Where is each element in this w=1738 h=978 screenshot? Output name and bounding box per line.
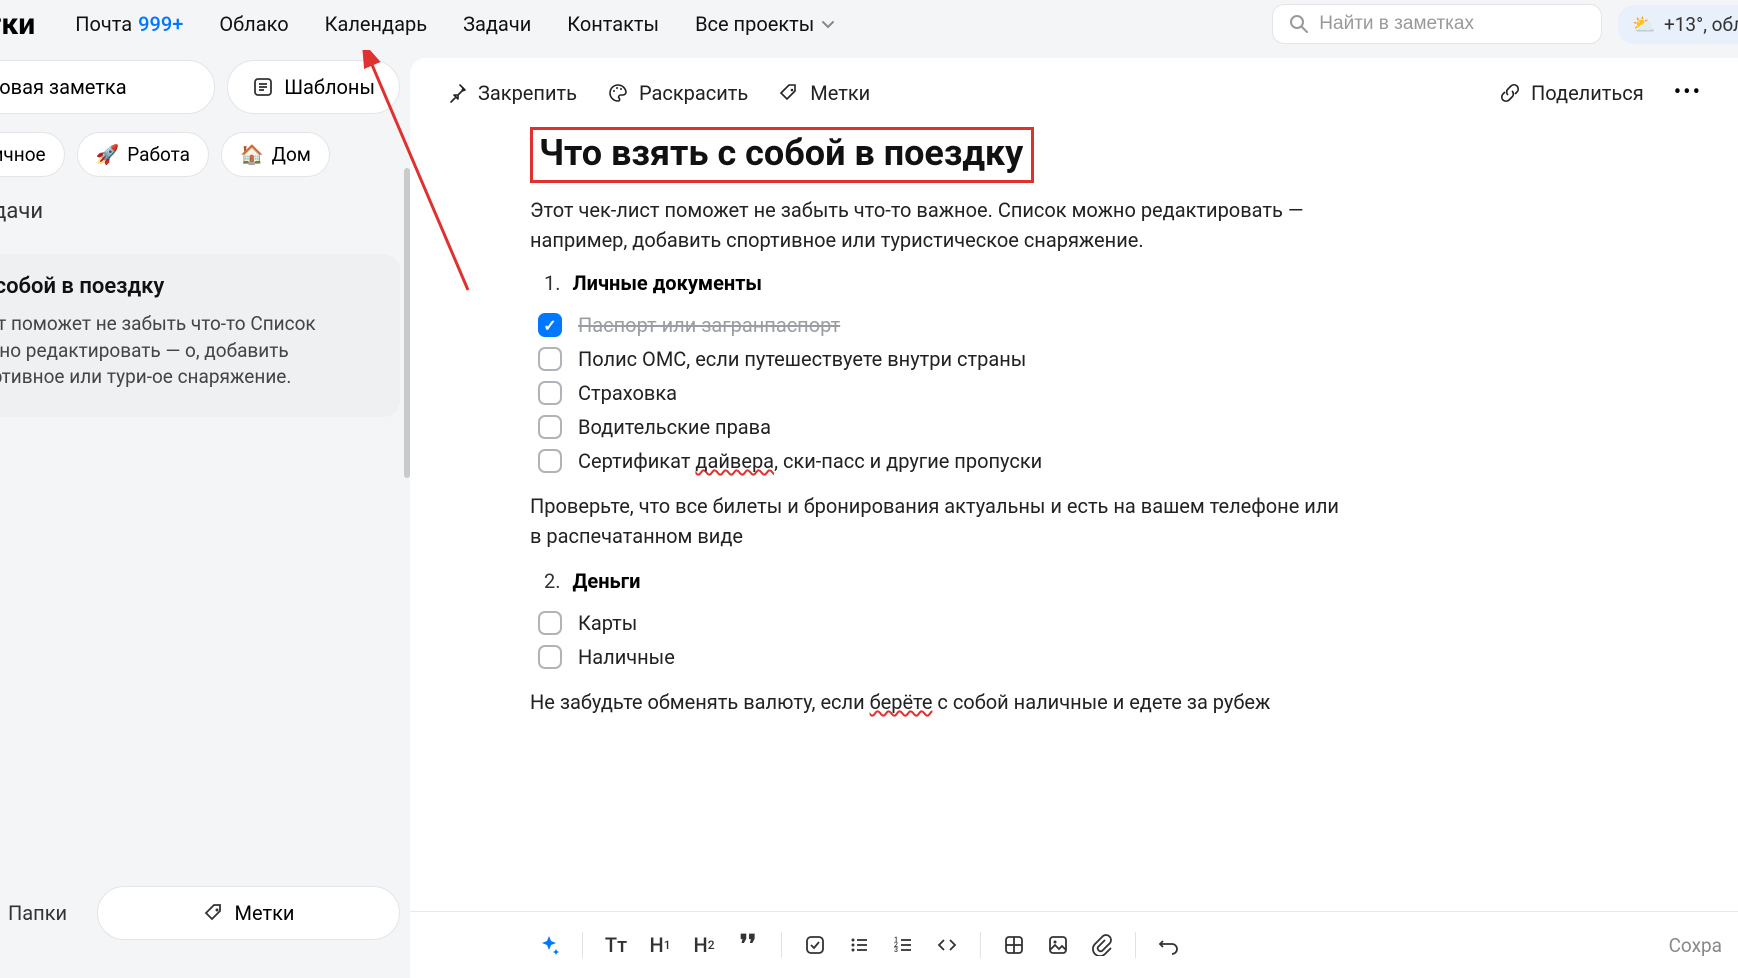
weather-widget[interactable]: ⛅ +13°, обл — [1618, 5, 1738, 44]
pin-button[interactable]: Закрепить — [446, 81, 577, 105]
chevron-down-icon — [820, 16, 836, 32]
tags-button[interactable]: Метки — [778, 81, 870, 105]
checklist-item[interactable]: Сертификат дайвера, ски-пасс и другие пр… — [538, 449, 1702, 473]
search-icon — [1289, 14, 1309, 34]
note-editor[interactable]: Что взять с собой в поездку Этот чек-лис… — [410, 127, 1738, 911]
sidebar: Новая заметка Шаблоны Личное 🚀 Работа 🏠 … — [0, 48, 410, 978]
h1-button[interactable]: H1 — [641, 926, 679, 964]
note-paragraph[interactable]: Проверьте, что все билеты и бронирования… — [530, 491, 1350, 551]
format-toolbar: Tт H1 H2 ❜❜ 123 — [410, 911, 1738, 978]
checkbox[interactable] — [538, 381, 562, 405]
unread-badge: 999+ — [138, 12, 183, 36]
nav-links: Почта 999+ Облако Календарь Задачи Конта… — [75, 12, 1272, 36]
search-input[interactable] — [1319, 13, 1585, 35]
checkbox[interactable] — [538, 645, 562, 669]
tag-icon — [778, 82, 800, 104]
palette-icon — [607, 82, 629, 104]
checklist-item[interactable]: Страховка — [538, 381, 1702, 405]
undo-button[interactable] — [1150, 926, 1188, 964]
note-content-panel: Закрепить Раскрасить Метки Поделиться — [410, 58, 1738, 978]
note-intro[interactable]: Этот чек-лист поможет не забыть что-то в… — [530, 195, 1350, 255]
image-button[interactable] — [1039, 926, 1077, 964]
color-button[interactable]: Раскрасить — [607, 81, 748, 105]
nav-contacts[interactable]: Контакты — [567, 12, 659, 36]
nav-tasks[interactable]: Задачи — [463, 12, 531, 36]
table-button[interactable] — [995, 926, 1033, 964]
tag-work[interactable]: 🚀 Работа — [77, 132, 209, 177]
nav-cloud[interactable]: Облако — [219, 12, 288, 36]
nav-mail[interactable]: Почта 999+ — [75, 12, 183, 36]
labels-button[interactable]: Метки — [97, 886, 400, 940]
house-icon: 🏠 — [240, 143, 264, 166]
templates-icon — [252, 76, 274, 98]
new-note-button[interactable]: Новая заметка — [0, 60, 215, 114]
ai-button[interactable] — [530, 926, 568, 964]
tag-home[interactable]: 🏠 Дом — [221, 132, 330, 177]
search-input-wrapper[interactable] — [1272, 4, 1602, 44]
svg-text:3: 3 — [894, 946, 898, 954]
checkbox[interactable] — [538, 347, 562, 371]
nav-calendar[interactable]: Календарь — [325, 12, 427, 36]
rocket-icon: 🚀 — [96, 143, 120, 166]
attachment-button[interactable] — [1083, 926, 1121, 964]
note-card-title: ь с собой в поездку — [0, 274, 374, 299]
note-title[interactable]: Что взять с собой в поездку — [539, 132, 1023, 174]
checklist-item[interactable]: Водительские права — [538, 415, 1702, 439]
checklist-item[interactable]: Полис ОМС, если путешествуете внутри стр… — [538, 347, 1702, 371]
checkbox[interactable] — [538, 415, 562, 439]
folders-button[interactable]: Папки — [0, 891, 83, 935]
quote-button[interactable]: ❜❜ — [729, 926, 767, 964]
app-title: етки — [0, 7, 35, 42]
share-icon — [1499, 82, 1521, 104]
tag-icon — [203, 902, 225, 924]
checkbox[interactable] — [538, 313, 562, 337]
checkbox[interactable] — [538, 449, 562, 473]
note-paragraph[interactable]: Не забудьте обменять валюту, если берёте… — [530, 687, 1350, 717]
nav-all-projects[interactable]: Все проекты — [695, 12, 836, 36]
checklist-item[interactable]: Карты — [538, 611, 1702, 635]
checklist-item[interactable]: Паспорт или загранпаспорт — [538, 313, 1702, 337]
checklist-item[interactable]: Наличные — [538, 645, 1702, 669]
share-button[interactable]: Поделиться — [1499, 81, 1644, 105]
weather-icon: ⛅ — [1632, 13, 1656, 36]
note-list-item[interactable]: ь с собой в поездку -лист поможет не заб… — [0, 254, 400, 417]
section-heading-2[interactable]: 2. Деньги — [544, 569, 1702, 593]
checkbox[interactable] — [538, 611, 562, 635]
numbered-list-button[interactable]: 123 — [884, 926, 922, 964]
code-button[interactable] — [928, 926, 966, 964]
more-menu-button[interactable]: ••• — [1674, 80, 1702, 105]
pin-icon — [446, 82, 468, 104]
text-style-button[interactable]: Tт — [597, 926, 635, 964]
bullet-list-button[interactable] — [840, 926, 878, 964]
annotation-highlight-box: Что взять с собой в поездку — [530, 127, 1034, 183]
checkbox-button[interactable] — [796, 926, 834, 964]
save-status: Сохра — [1669, 934, 1722, 957]
workspace: Новая заметка Шаблоны Личное 🚀 Работа 🏠 … — [0, 48, 1738, 978]
note-card-preview: -лист поможет не забыть что-то Список мо… — [0, 311, 374, 391]
tag-personal[interactable]: Личное — [0, 132, 65, 177]
section-heading-1[interactable]: 1. Личные документы — [544, 271, 1702, 295]
top-navigation: етки Почта 999+ Облако Календарь Задачи … — [0, 0, 1738, 48]
sidebar-section-label: задачи — [0, 199, 400, 224]
h2-button[interactable]: H2 — [685, 926, 723, 964]
note-toolbar: Закрепить Раскрасить Метки Поделиться — [410, 58, 1738, 127]
templates-button[interactable]: Шаблоны — [227, 60, 400, 114]
